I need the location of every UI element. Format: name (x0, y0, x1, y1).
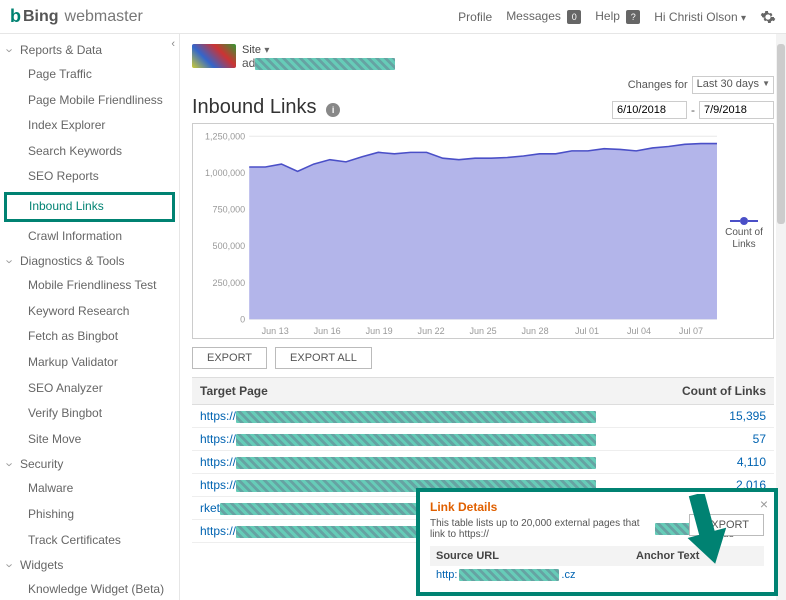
brand-bing: Bing (23, 8, 59, 26)
annotation-arrow-icon (678, 494, 726, 566)
nav-group[interactable]: Security (0, 452, 179, 476)
svg-text:1,000,000: 1,000,000 (205, 168, 245, 178)
help-badge: ? (626, 10, 640, 24)
site-thumb-icon (192, 44, 236, 68)
site-selector[interactable]: Site ▾ ad (192, 42, 774, 70)
nav-item[interactable]: Keyword Research (0, 299, 179, 325)
page-title: Inbound Links i (192, 96, 340, 119)
nav-item[interactable]: SEO Analyzer (0, 376, 179, 402)
nav-item[interactable]: Page Mobile Friendliness (0, 88, 179, 114)
nav-item[interactable]: Crawl Information (0, 224, 179, 250)
nav-item[interactable]: Verify Bingbot (0, 401, 179, 427)
svg-text:Jul 04: Jul 04 (627, 326, 651, 336)
svg-text:500,000: 500,000 (213, 241, 246, 251)
nav-item[interactable]: Page Traffic (0, 62, 179, 88)
nav-item[interactable]: Fetch as Bingbot (0, 324, 179, 350)
user-greeting[interactable]: Hi Christi Olson ▾ (654, 10, 746, 24)
messages-link[interactable]: Messages 0 (506, 9, 581, 24)
svg-text:0: 0 (240, 314, 245, 324)
bing-b-icon: b (10, 6, 21, 27)
profile-link[interactable]: Profile (458, 10, 492, 24)
nav-item[interactable]: SEO Reports (0, 164, 179, 190)
content-area: Site ▾ ad Changes for Last 30 days Inbou… (180, 34, 786, 600)
svg-text:Jun 28: Jun 28 (522, 326, 549, 336)
export-button[interactable]: EXPORT (192, 347, 267, 369)
svg-text:Jun 19: Jun 19 (366, 326, 393, 336)
chart-legend: Count of Links (721, 130, 767, 338)
nav-item[interactable]: Phishing (0, 502, 179, 528)
brand-logo[interactable]: b Bing webmaster (10, 6, 143, 27)
nav-group[interactable]: Diagnostics & Tools (0, 249, 179, 273)
top-header: b Bing webmaster Profile Messages 0 Help… (0, 0, 786, 34)
messages-badge: 0 (567, 10, 581, 24)
nav-item[interactable]: Malware (0, 476, 179, 502)
svg-text:Jul 07: Jul 07 (679, 326, 703, 336)
range-select[interactable]: Last 30 days (692, 76, 774, 94)
svg-text:Jun 22: Jun 22 (418, 326, 445, 336)
brand-webmaster: webmaster (65, 8, 143, 26)
svg-text:Jun 16: Jun 16 (314, 326, 341, 336)
legend-marker-icon (740, 217, 748, 225)
svg-text:1,250,000: 1,250,000 (205, 131, 245, 141)
nav-item[interactable]: Knowledge Widget (Beta) (0, 577, 179, 600)
svg-text:250,000: 250,000 (213, 278, 246, 288)
date-to-input[interactable] (699, 101, 774, 119)
nav-item[interactable]: Site Move (0, 427, 179, 453)
table-row[interactable]: https://57 (192, 428, 774, 451)
help-link[interactable]: Help ? (595, 9, 640, 24)
gear-icon[interactable] (760, 9, 776, 25)
sidebar: ‹ Reports & DataPage TrafficPage Mobile … (0, 34, 180, 600)
nav-item[interactable]: Search Keywords (0, 139, 179, 165)
table-header: Target Page Count of Links (192, 377, 774, 405)
svg-text:Jul 01: Jul 01 (575, 326, 599, 336)
export-all-button[interactable]: EXPORT ALL (275, 347, 372, 369)
table-row[interactable]: https://4,110 (192, 451, 774, 474)
nav-item[interactable]: Track Certificates (0, 528, 179, 554)
date-from-input[interactable] (612, 101, 687, 119)
chart: 0 250,000 500,000 750,000 1,000,000 1,250,000… (192, 123, 774, 339)
svg-text:Jun 25: Jun 25 (470, 326, 497, 336)
svg-text:Jun 13: Jun 13 (262, 326, 289, 336)
chevron-down-icon: ▾ (264, 45, 269, 56)
close-icon[interactable]: × (760, 496, 768, 512)
nav-item[interactable]: Index Explorer (0, 113, 179, 139)
nav-item[interactable]: Inbound Links (4, 192, 175, 222)
svg-text:750,000: 750,000 (213, 204, 246, 214)
nav-group[interactable]: Widgets (0, 553, 179, 577)
chevron-down-icon: ▾ (741, 13, 746, 24)
details-row[interactable]: http:.cz (430, 566, 764, 584)
nav-item[interactable]: Mobile Friendliness Test (0, 273, 179, 299)
changes-label: Changes for (628, 79, 688, 91)
table-row[interactable]: https://15,395 (192, 405, 774, 428)
nav-item[interactable]: Markup Validator (0, 350, 179, 376)
scrollbar-thumb[interactable] (777, 44, 785, 224)
nav-group[interactable]: Reports & Data (0, 38, 179, 62)
redacted (255, 58, 395, 70)
info-icon[interactable]: i (326, 103, 340, 117)
